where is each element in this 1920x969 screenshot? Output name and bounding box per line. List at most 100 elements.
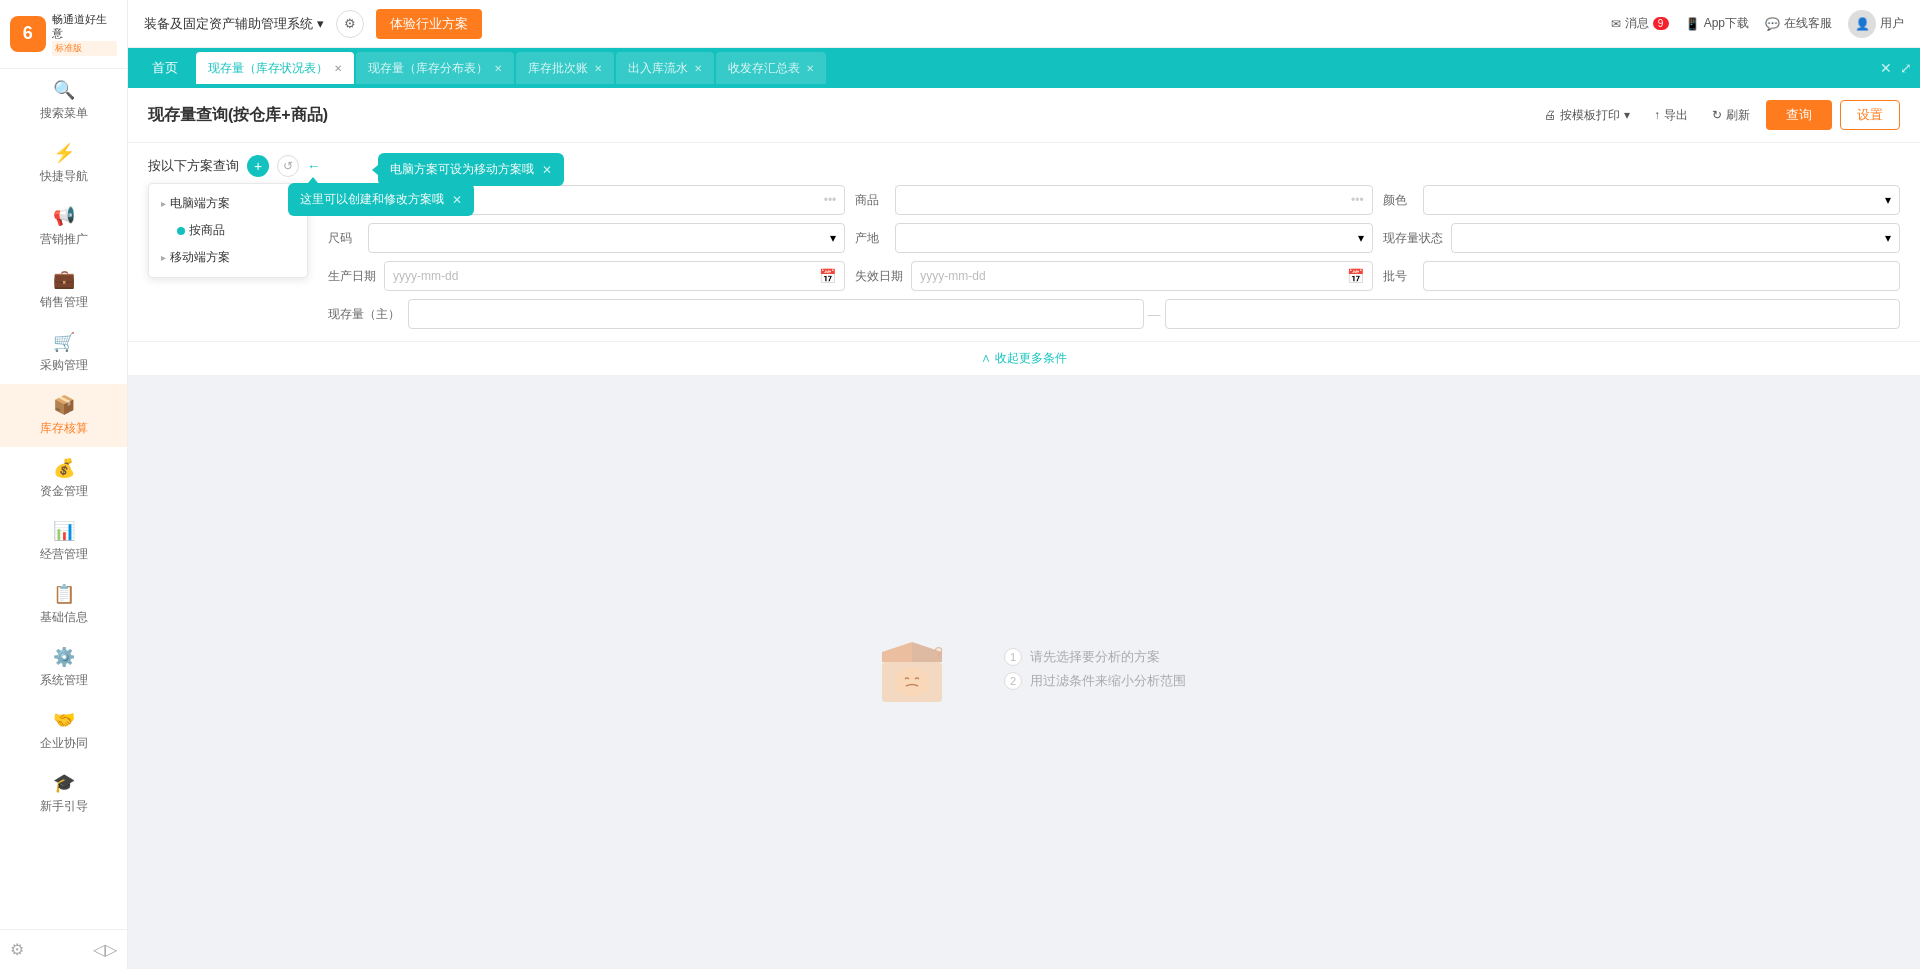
service-icon: 💬 [1765,17,1780,31]
stock-qty-to-input[interactable] [1165,299,1901,329]
product-dots-icon: ••• [1351,193,1364,207]
collapse-bar[interactable]: ∧ 收起更多条件 [128,341,1920,375]
avatar: 👤 [1848,10,1876,38]
sidebar-item-资金管理[interactable]: 💰 资金管理 [0,447,127,510]
tab-1[interactable]: 现存量（库存状况表） ✕ [196,52,354,84]
nav-label: 系统管理 [40,672,88,689]
print-icon: 🖨 [1544,108,1556,122]
tree-label-desktop: 电脑端方案 [170,195,295,212]
sidebar-item-营销推广[interactable]: 📢 营销推广 [0,195,127,258]
tab-close-4[interactable]: ✕ [694,63,702,74]
sidebar-item-系统管理[interactable]: ⚙️ 系统管理 [0,636,127,699]
filter-reset-button[interactable]: ↺ [277,155,299,177]
print-button[interactable]: 🖨 按模板打印 ▾ [1536,103,1638,128]
logo-badge: 标准版 [52,41,117,56]
main-area: 装备及固定资产辅助管理系统 ▾ ⚙ 体验行业方案 ✉ 消息 9 📱 App下载 … [128,0,1920,969]
tree-item-desktop-active[interactable]: 按商品 [149,217,307,244]
origin-label: 产地 [855,230,887,247]
sidebar-item-基础信息[interactable]: 📋 基础信息 [0,573,127,636]
filter-cell-prod-date: 生产日期 yyyy-mm-dd 📅 [328,261,845,291]
settings-button[interactable]: 设置 [1840,100,1900,130]
sidebar-item-经营管理[interactable]: 📊 经营管理 [0,510,127,573]
settings-icon[interactable]: ⚙ [10,940,24,959]
tab-label-3: 库存批次账 [528,60,588,77]
sidebar-item-新手引导[interactable]: 🎓 新手引导 [0,762,127,825]
sidebar-item-搜索菜单[interactable]: 🔍 搜索菜单 [0,69,127,132]
user-action[interactable]: 👤 用户 [1848,10,1904,38]
nav-label: 营销推广 [40,231,88,248]
logo-name: 畅通道好生意 [52,12,117,41]
tab-label-home: 首页 [152,59,178,77]
tree-section-desktop[interactable]: ▸ 电脑端方案 [149,190,307,217]
export-icon: ↑ [1654,108,1660,122]
empty-step-2: 2 用过滤条件来缩小分析范围 [1004,672,1186,690]
sidebar-item-采购管理[interactable]: 🛒 采购管理 [0,321,127,384]
sidebar: 6 畅通道好生意 标准版 🔍 搜索菜单⚡ 快捷导航📢 营销推广💼 销售管理🛒 采… [0,0,128,969]
nav-icon: 💰 [53,457,75,479]
tab-3[interactable]: 库存批次账 ✕ [516,52,614,84]
tree-section-mobile[interactable]: ▸ 移动端方案 [149,244,307,271]
online-service-label: 在线客服 [1784,15,1832,32]
range-separator: — [1148,307,1161,322]
batch-input[interactable] [1423,261,1900,291]
tab-label-1: 现存量（库存状况表） [208,60,328,77]
expire-date-input[interactable]: yyyy-mm-dd 📅 [911,261,1372,291]
sidebar-item-企业协同[interactable]: 🤝 企业协同 [0,699,127,762]
tab-0[interactable]: 首页 [136,52,194,84]
nav-label: 新手引导 [40,798,88,815]
prod-date-input[interactable]: yyyy-mm-dd 📅 [384,261,845,291]
tab-2[interactable]: 现存量（库存分布表） ✕ [356,52,514,84]
product-select[interactable]: ••• [895,185,1372,215]
tab-4[interactable]: 出入库流水 ✕ [616,52,714,84]
online-service-action[interactable]: 💬 在线客服 [1765,15,1832,32]
tooltip-text-1: 电脑方案可设为移动方案哦 [390,161,534,178]
origin-chevron-icon [1358,231,1364,245]
refresh-button[interactable]: ↻ 刷新 [1704,103,1758,128]
size-select[interactable] [368,223,845,253]
system-chevron-icon: ▾ [317,16,324,31]
stock-qty-from-input[interactable] [408,299,1144,329]
tab-5[interactable]: 收发存汇总表 ✕ [716,52,826,84]
filter-cell-product: 商品 ••• [855,185,1372,215]
tooltip-scheme-mobile: 电脑方案可设为移动方案哦 ✕ [378,153,564,186]
expire-date-placeholder: yyyy-mm-dd [920,269,985,283]
sidebar-item-销售管理[interactable]: 💼 销售管理 [0,258,127,321]
app-download-action[interactable]: 📱 App下载 [1685,15,1749,32]
nav-icon: 🤝 [53,709,75,731]
prod-date-label: 生产日期 [328,268,376,285]
size-label: 尺码 [328,230,360,247]
sidebar-item-库存核算[interactable]: 📦 库存核算 [0,384,127,447]
filter-arrow-left-icon[interactable]: ← [307,158,321,174]
tab-expand-icon[interactable]: ⤢ [1900,60,1912,76]
tab-close-1[interactable]: ✕ [334,63,342,74]
stock-status-select[interactable] [1451,223,1900,253]
nav-label: 基础信息 [40,609,88,626]
tooltip-close-1[interactable]: ✕ [542,163,552,177]
system-select[interactable]: 装备及固定资产辅助管理系统 ▾ [144,15,324,33]
tab-close-all-icon[interactable]: ✕ [1880,60,1892,76]
industry-button[interactable]: 体验行业方案 [376,9,482,39]
tab-label-4: 出入库流水 [628,60,688,77]
query-button[interactable]: 查询 [1766,100,1832,130]
gear-button[interactable]: ⚙ [336,10,364,38]
filter-cell-stock-status: 现存量状态 [1383,223,1900,253]
logo-icon: 6 [10,16,46,52]
color-select[interactable] [1423,185,1900,215]
origin-select[interactable] [895,223,1372,253]
tab-close-5[interactable]: ✕ [806,63,814,74]
topbar: 装备及固定资产辅助管理系统 ▾ ⚙ 体验行业方案 ✉ 消息 9 📱 App下载 … [128,0,1920,48]
tree-label-mobile: 移动端方案 [170,249,295,266]
export-button[interactable]: ↑ 导出 [1646,103,1696,128]
empty-state: ? 1 请先选择要分析的方案 2 用过滤条件来缩小分析范围 [128,375,1920,969]
collapse-sidebar-icon[interactable]: ◁▷ [93,940,117,959]
filter-add-button[interactable]: + [247,155,269,177]
system-name: 装备及固定资产辅助管理系统 [144,15,313,33]
empty-step-2-text: 用过滤条件来缩小分析范围 [1030,672,1186,690]
sidebar-item-快捷导航[interactable]: ⚡ 快捷导航 [0,132,127,195]
filter-cell-batch: 批号 [1383,261,1900,291]
message-action[interactable]: ✉ 消息 9 [1611,15,1669,32]
tooltip-close-2[interactable]: ✕ [452,193,462,207]
tab-close-2[interactable]: ✕ [494,63,502,74]
tab-close-3[interactable]: ✕ [594,63,602,74]
page-content: 现存量查询(按仓库+商品) 🖨 按模板打印 ▾ ↑ 导出 ↻ 刷新 查询 设置 [128,88,1920,969]
